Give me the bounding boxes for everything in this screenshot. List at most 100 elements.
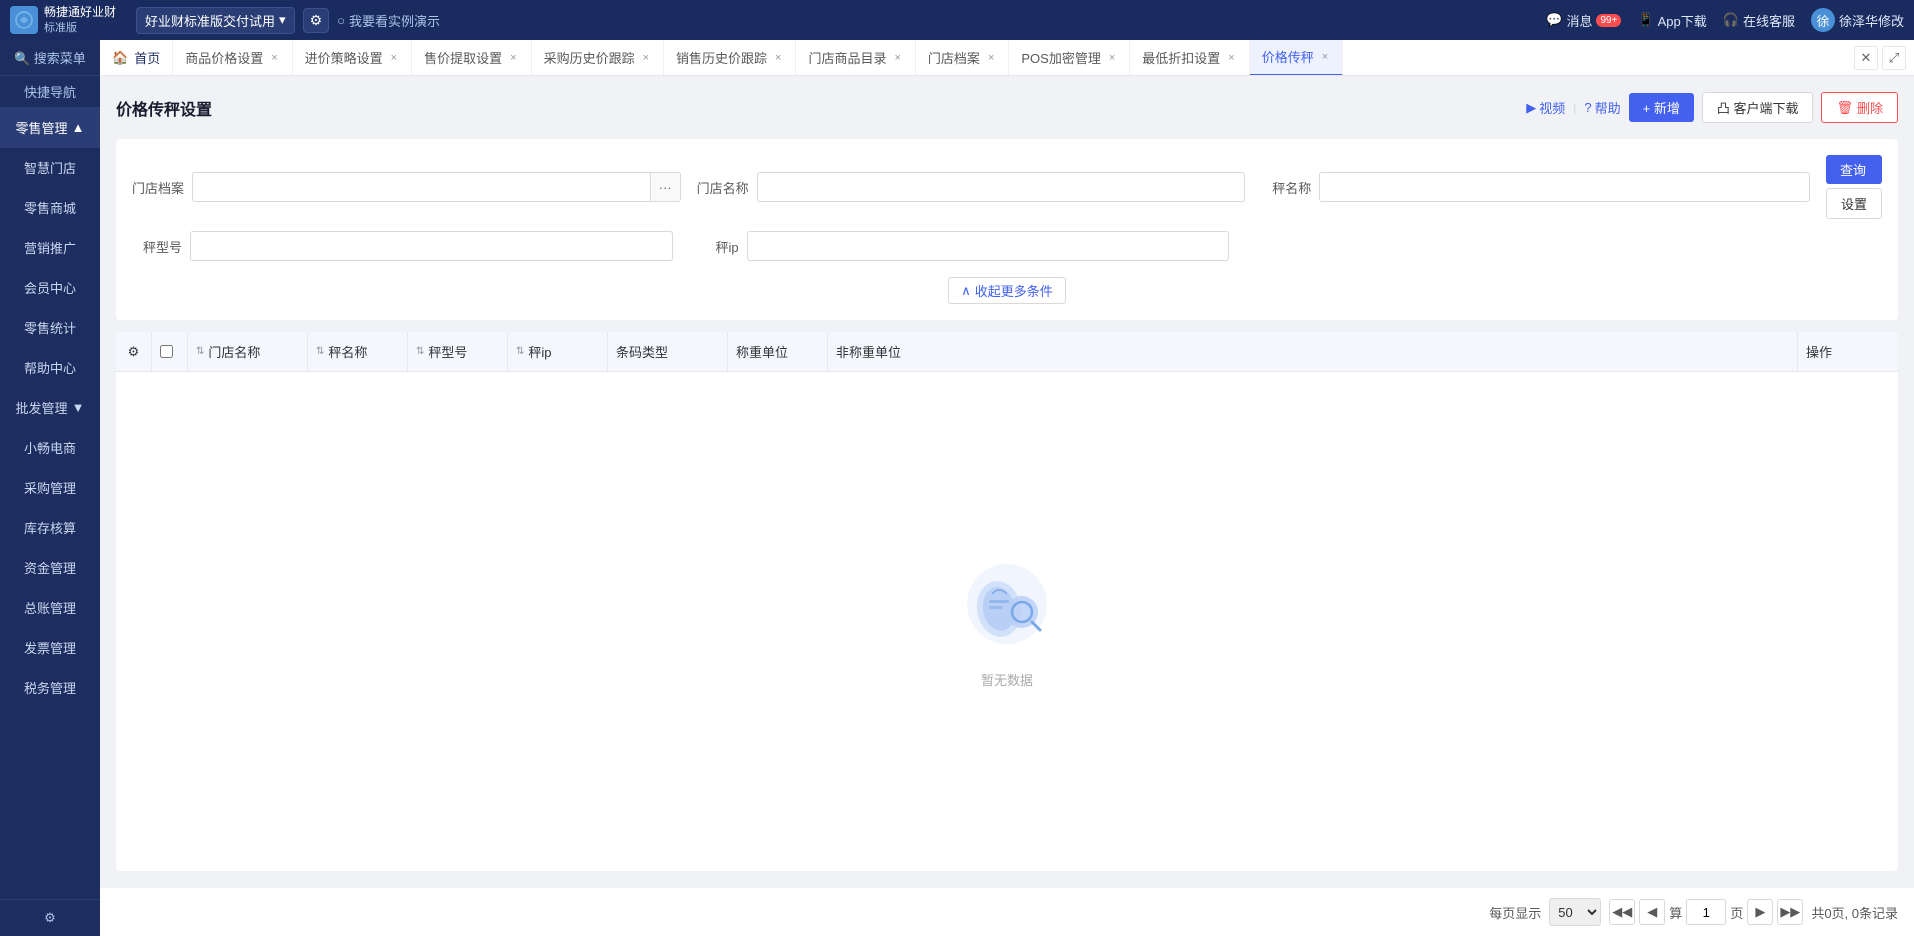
- tab-close-all-button[interactable]: ✕: [1854, 46, 1878, 70]
- empty-text: 暂无数据: [981, 670, 1033, 689]
- page-total: 共0页, 0条记录: [1811, 903, 1898, 922]
- first-page-button[interactable]: ◀◀: [1609, 899, 1635, 925]
- sidebar-item-label: 会员中心: [24, 278, 76, 297]
- th-barcode-type: 条码类型: [608, 332, 728, 371]
- user-area[interactable]: 徐 徐泽华修改: [1811, 8, 1904, 32]
- collapse-button[interactable]: ∧ 收起更多条件: [948, 277, 1066, 304]
- help-link[interactable]: ? 帮助: [1584, 98, 1620, 117]
- delete-button[interactable]: 🗑 删除: [1821, 92, 1898, 123]
- tab-purchase-history-close[interactable]: ×: [641, 52, 651, 64]
- sort-icon-2[interactable]: ⇅: [316, 346, 324, 357]
- tab-min-discount-close[interactable]: ×: [1226, 52, 1236, 64]
- sidebar-item-ecommerce[interactable]: 小畅电商: [0, 428, 100, 468]
- version-select[interactable]: 好业财标准版交付试用 ▾: [136, 7, 295, 34]
- tab-purchase-history[interactable]: 采购历史价跟踪 ×: [532, 40, 664, 76]
- form-row-2: 秤型号 秤ip: [132, 231, 1882, 261]
- tab-home[interactable]: 🏠 首页: [100, 40, 173, 76]
- tab-store-archive-close[interactable]: ×: [986, 52, 996, 64]
- collapse-row: ∧ 收起更多条件: [132, 273, 1882, 304]
- toolbar-settings-button[interactable]: ⚙: [303, 8, 330, 33]
- sidebar-item-finance[interactable]: 资金管理: [0, 548, 100, 588]
- app-download-button[interactable]: 📱 App下载: [1637, 11, 1706, 30]
- sidebar-item-retail-management[interactable]: 零售管理 ▲: [0, 108, 100, 148]
- phone-icon: 📱: [1637, 12, 1653, 28]
- sidebar-item-smart-store[interactable]: 智慧门店: [0, 148, 100, 188]
- tab-price-extract[interactable]: 售价提取设置 ×: [412, 40, 531, 76]
- tab-store-archive[interactable]: 门店档案 ×: [916, 40, 1009, 76]
- sort-icon-3[interactable]: ⇅: [416, 346, 424, 357]
- download-button[interactable]: 凸 客户端下载: [1702, 92, 1814, 123]
- tab-product-price-close[interactable]: ×: [269, 52, 279, 64]
- sidebar-item-ledger[interactable]: 总账管理: [0, 588, 100, 628]
- store-name-input[interactable]: [757, 172, 1246, 202]
- last-page-icon: ▶▶: [1780, 904, 1800, 920]
- store-archive-input[interactable]: [192, 172, 651, 202]
- scale-ip-input[interactable]: [747, 231, 1230, 261]
- th-scale-model-label: 秤型号: [428, 342, 467, 361]
- settings-form-button[interactable]: 设置: [1826, 188, 1882, 219]
- sidebar-item-retail-stats[interactable]: 零售统计: [0, 308, 100, 348]
- sidebar-settings-button[interactable]: ⚙: [0, 899, 100, 936]
- sidebar-item-member-center[interactable]: 会员中心: [0, 268, 100, 308]
- main-layout: 🔍 搜索菜单 快捷导航 零售管理 ▲ 智慧门店 零售商城 营销推广 会员中心 零…: [0, 40, 1914, 936]
- select-all-checkbox[interactable]: [160, 345, 173, 358]
- sidebar-quick-nav[interactable]: 快捷导航: [0, 76, 100, 108]
- chevron-down-icon: ▾: [279, 12, 286, 28]
- sidebar-item-inventory[interactable]: 库存核算: [0, 508, 100, 548]
- tab-purchase-strategy[interactable]: 进价策略设置 ×: [293, 40, 412, 76]
- sidebar-item-tax[interactable]: 税务管理: [0, 668, 100, 708]
- sidebar-item-help-center[interactable]: 帮助中心: [0, 348, 100, 388]
- tab-pos-encryption[interactable]: POS加密管理 ×: [1009, 40, 1130, 76]
- scale-ip-label: 秤ip: [689, 237, 739, 256]
- sidebar-item-invoice[interactable]: 发票管理: [0, 628, 100, 668]
- th-checkbox[interactable]: [152, 332, 188, 371]
- video-label: 视频: [1539, 98, 1565, 117]
- tab-min-discount[interactable]: 最低折扣设置 ×: [1130, 40, 1249, 76]
- tab-product-price[interactable]: 商品价格设置 ×: [173, 40, 292, 76]
- th-store-name-label: 门店名称: [208, 342, 260, 361]
- tab-store-catalog[interactable]: 门店商品目录 ×: [796, 40, 915, 76]
- sidebar-item-retail-mall[interactable]: 零售商城: [0, 188, 100, 228]
- store-archive-label: 门店档案: [132, 178, 184, 197]
- sort-icon[interactable]: ⇅: [196, 346, 204, 357]
- last-page-button[interactable]: ▶▶: [1777, 899, 1803, 925]
- tab-expand-button[interactable]: ⤢: [1882, 46, 1906, 70]
- sidebar-item-wholesale-management[interactable]: 批发管理 ▼: [0, 388, 100, 428]
- page-number-input[interactable]: [1686, 899, 1726, 925]
- store-archive-ellipsis-button[interactable]: ···: [651, 172, 681, 202]
- page-size-select[interactable]: 20 50 100 200: [1549, 898, 1601, 926]
- th-settings[interactable]: ⚙: [116, 332, 152, 371]
- tab-pos-encryption-close[interactable]: ×: [1107, 52, 1117, 64]
- demo-link[interactable]: ○ 我要看实例演示: [337, 11, 440, 30]
- prev-page-icon: ◀: [1647, 904, 1657, 920]
- th-operation: 操作: [1798, 332, 1898, 371]
- online-service-button[interactable]: 🎧 在线客服: [1723, 11, 1795, 30]
- tab-sales-history-close[interactable]: ×: [773, 52, 783, 64]
- query-label: 查询: [1840, 160, 1866, 179]
- online-service-label: 在线客服: [1743, 11, 1795, 30]
- sidebar-item-marketing[interactable]: 营销推广: [0, 228, 100, 268]
- scale-model-input[interactable]: [190, 231, 673, 261]
- tab-sales-history[interactable]: 销售历史价跟踪 ×: [664, 40, 796, 76]
- gear-icon: ⚙: [44, 910, 56, 925]
- tab-price-scale-close[interactable]: ×: [1320, 51, 1330, 63]
- tab-purchase-history-label: 采购历史价跟踪: [544, 48, 635, 67]
- sidebar-item-label: 小畅电商: [24, 438, 76, 457]
- sidebar-item-label: 税务管理: [24, 678, 76, 697]
- page-header: 价格传秤设置 ▶ 视频 | ? 帮助 + 新增 凸 客户端下载: [116, 92, 1898, 123]
- user-initials: 徐: [1816, 11, 1829, 30]
- query-button[interactable]: 查询: [1826, 155, 1882, 184]
- sort-icon-4[interactable]: ⇅: [516, 346, 524, 357]
- sidebar-search[interactable]: 🔍 搜索菜单: [0, 40, 100, 76]
- video-link[interactable]: ▶ 视频: [1526, 98, 1565, 117]
- next-page-button[interactable]: ▶: [1747, 899, 1773, 925]
- scale-name-input[interactable]: [1319, 172, 1810, 202]
- message-button[interactable]: 💬 消息 99+: [1546, 11, 1621, 30]
- tab-price-extract-close[interactable]: ×: [508, 52, 518, 64]
- tab-store-catalog-close[interactable]: ×: [892, 52, 902, 64]
- prev-page-button[interactable]: ◀: [1639, 899, 1665, 925]
- add-button[interactable]: + 新增: [1629, 93, 1694, 122]
- tab-purchase-strategy-close[interactable]: ×: [389, 52, 399, 64]
- sidebar-item-purchase-management[interactable]: 采购管理: [0, 468, 100, 508]
- tab-price-scale[interactable]: 价格传秤 ×: [1250, 40, 1343, 76]
